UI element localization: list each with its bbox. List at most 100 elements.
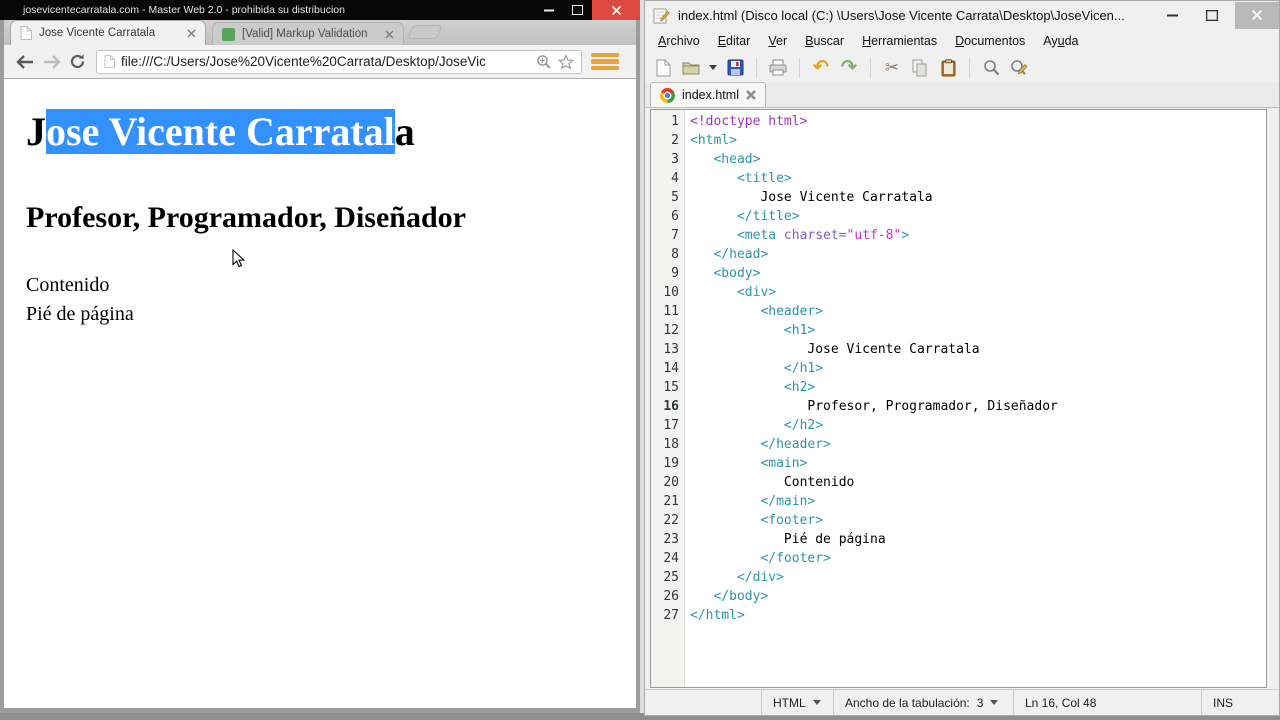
code-line[interactable]: <html> — [690, 131, 1266, 150]
gedit-app-icon — [653, 8, 670, 23]
line-number: 12 — [663, 323, 679, 338]
language-selector[interactable]: HTML — [761, 690, 833, 715]
bookmark-star-icon[interactable] — [558, 53, 574, 70]
new-tab-button[interactable] — [407, 25, 443, 39]
browser-maximize-button[interactable] — [563, 0, 592, 20]
editor-statusbar: HTML Ancho de la tabulación: 3 Ln 16, Co… — [645, 689, 1279, 715]
line-number: 25 — [663, 570, 679, 585]
new-document-button[interactable] — [653, 58, 673, 78]
input-mode-status[interactable]: INS — [1201, 690, 1279, 715]
code-line[interactable]: <div> — [690, 283, 1266, 302]
url-text[interactable]: file:///C:/Users/Jose%20Vicente%20Carrat… — [121, 54, 486, 69]
code-line[interactable]: </html> — [690, 606, 1266, 625]
zoom-icon[interactable] — [536, 54, 552, 70]
search-replace-button[interactable] — [1009, 58, 1029, 78]
code-line[interactable]: </main> — [690, 492, 1266, 511]
editor-minimize-button[interactable] — [1157, 2, 1188, 29]
copy-icon — [912, 59, 927, 76]
menu-herramientas[interactable]: Herramientas — [853, 34, 946, 48]
code-line[interactable]: <h2> — [690, 378, 1266, 397]
tab-close-icon[interactable] — [385, 29, 394, 39]
menu-buscar[interactable]: Buscar — [796, 34, 853, 48]
code-line[interactable]: <footer> — [690, 511, 1266, 530]
browser-tab-inactive[interactable]: [Valid] Markup Validation — [212, 22, 404, 45]
save-button[interactable] — [725, 58, 745, 78]
search-button[interactable] — [981, 58, 1001, 78]
undo-button[interactable]: ↶ — [811, 57, 831, 78]
document-close-icon[interactable] — [746, 90, 756, 100]
chrome-menu-button[interactable] — [591, 51, 619, 72]
paste-button[interactable] — [938, 58, 958, 78]
code-line[interactable]: <!doctype html> — [690, 112, 1266, 131]
browser-minimize-button[interactable] — [534, 0, 563, 20]
code-line[interactable]: Profesor, Programador, Diseñador — [690, 397, 1266, 416]
code-line[interactable]: <title> — [690, 169, 1266, 188]
menu-ver[interactable]: Ver — [759, 34, 796, 48]
code-line[interactable]: </header> — [690, 435, 1266, 454]
code-line[interactable]: </h2> — [690, 416, 1266, 435]
editor-close-button[interactable] — [1235, 1, 1279, 29]
menu-documentos[interactable]: Documentos — [946, 34, 1034, 48]
cut-button[interactable]: ✂ — [882, 58, 902, 78]
code-line[interactable]: Pié de página — [690, 530, 1266, 549]
editor-maximize-button[interactable] — [1196, 2, 1227, 29]
code-editor-area[interactable]: 1 2 3 4 5 6 7 8 9 10 11 12 13 14 15 16 17 18 19 20 21 22 23 24 2… — [650, 109, 1267, 688]
code-line[interactable]: </footer> — [690, 549, 1266, 568]
browser-close-button[interactable] — [592, 0, 640, 20]
code-line[interactable]: <main> — [690, 454, 1266, 473]
redo-button[interactable]: ↷ — [839, 57, 859, 78]
cursor-position-label: Ln 16, Col 48 — [1025, 695, 1097, 710]
open-dropdown-arrow[interactable] — [709, 65, 717, 70]
browser-tab-active[interactable]: Jose Vicente Carratala — [10, 20, 206, 45]
copy-button[interactable] — [910, 58, 930, 78]
validator-favicon — [222, 27, 235, 41]
search-replace-icon — [1011, 60, 1028, 75]
editor-menubar: Archivo Editar Ver Buscar Herramientas Docume… — [645, 29, 1279, 52]
document-tab-bar: index.html — [645, 82, 1279, 108]
code-line[interactable]: Jose Vicente Carratala — [690, 188, 1266, 207]
code-line[interactable]: <meta charset="utf-8"> — [690, 226, 1266, 245]
code-line[interactable]: </div> — [690, 568, 1266, 587]
selected-text: ose Vicente Carratal — [46, 109, 395, 154]
menu-ayuda[interactable]: Ayuda — [1034, 34, 1087, 48]
tab-width-selector[interactable]: Ancho de la tabulación: 3 — [833, 690, 1013, 715]
line-number: 15 — [663, 380, 679, 395]
reload-button[interactable] — [64, 53, 90, 70]
print-button[interactable] — [768, 58, 788, 78]
code-line[interactable]: Contenido — [690, 473, 1266, 492]
code-line[interactable]: </body> — [690, 587, 1266, 606]
hamburger-icon — [591, 52, 619, 57]
code-line[interactable]: <h1> — [690, 321, 1266, 340]
page-footer-text: Pié de página — [26, 302, 134, 325]
code-line[interactable]: </head> — [690, 245, 1266, 264]
toolbar-separator — [756, 57, 757, 78]
address-bar[interactable]: file:///C:/Users/Jose%20Vicente%20Carrat… — [96, 49, 582, 74]
line-number: 27 — [663, 608, 679, 623]
code-line[interactable]: Jose Vicente Carratala — [690, 340, 1266, 359]
code-line[interactable]: </h1> — [690, 359, 1266, 378]
print-icon — [769, 59, 787, 76]
line-number: 16 — [663, 399, 679, 414]
open-file-button[interactable] — [681, 58, 701, 78]
tab-close-icon[interactable] — [187, 28, 196, 38]
document-tab[interactable]: index.html — [650, 82, 766, 107]
heading-unselected-end: a — [394, 109, 415, 154]
close-icon — [1251, 9, 1263, 21]
line-number: 8 — [671, 247, 679, 262]
code-line[interactable]: <head> — [690, 150, 1266, 169]
toolbar-separator — [799, 57, 800, 78]
tab-title: Jose Vicente Carratala — [39, 27, 156, 39]
status-spacer — [645, 690, 761, 715]
line-number: 18 — [663, 437, 679, 452]
code-line[interactable]: </title> — [690, 207, 1266, 226]
menu-editar[interactable]: Editar — [709, 34, 760, 48]
menu-archivo[interactable]: Archivo — [649, 34, 709, 48]
forward-button[interactable] — [38, 54, 64, 69]
back-button[interactable] — [12, 54, 38, 69]
code-text[interactable]: <!doctype html> <html> <head> <title> Jos… — [685, 110, 1266, 687]
code-line[interactable]: <header> — [690, 302, 1266, 321]
chevron-down-icon — [812, 700, 821, 705]
line-number: 4 — [671, 171, 679, 186]
code-line[interactable]: <body> — [690, 264, 1266, 283]
line-number: 17 — [663, 418, 679, 433]
